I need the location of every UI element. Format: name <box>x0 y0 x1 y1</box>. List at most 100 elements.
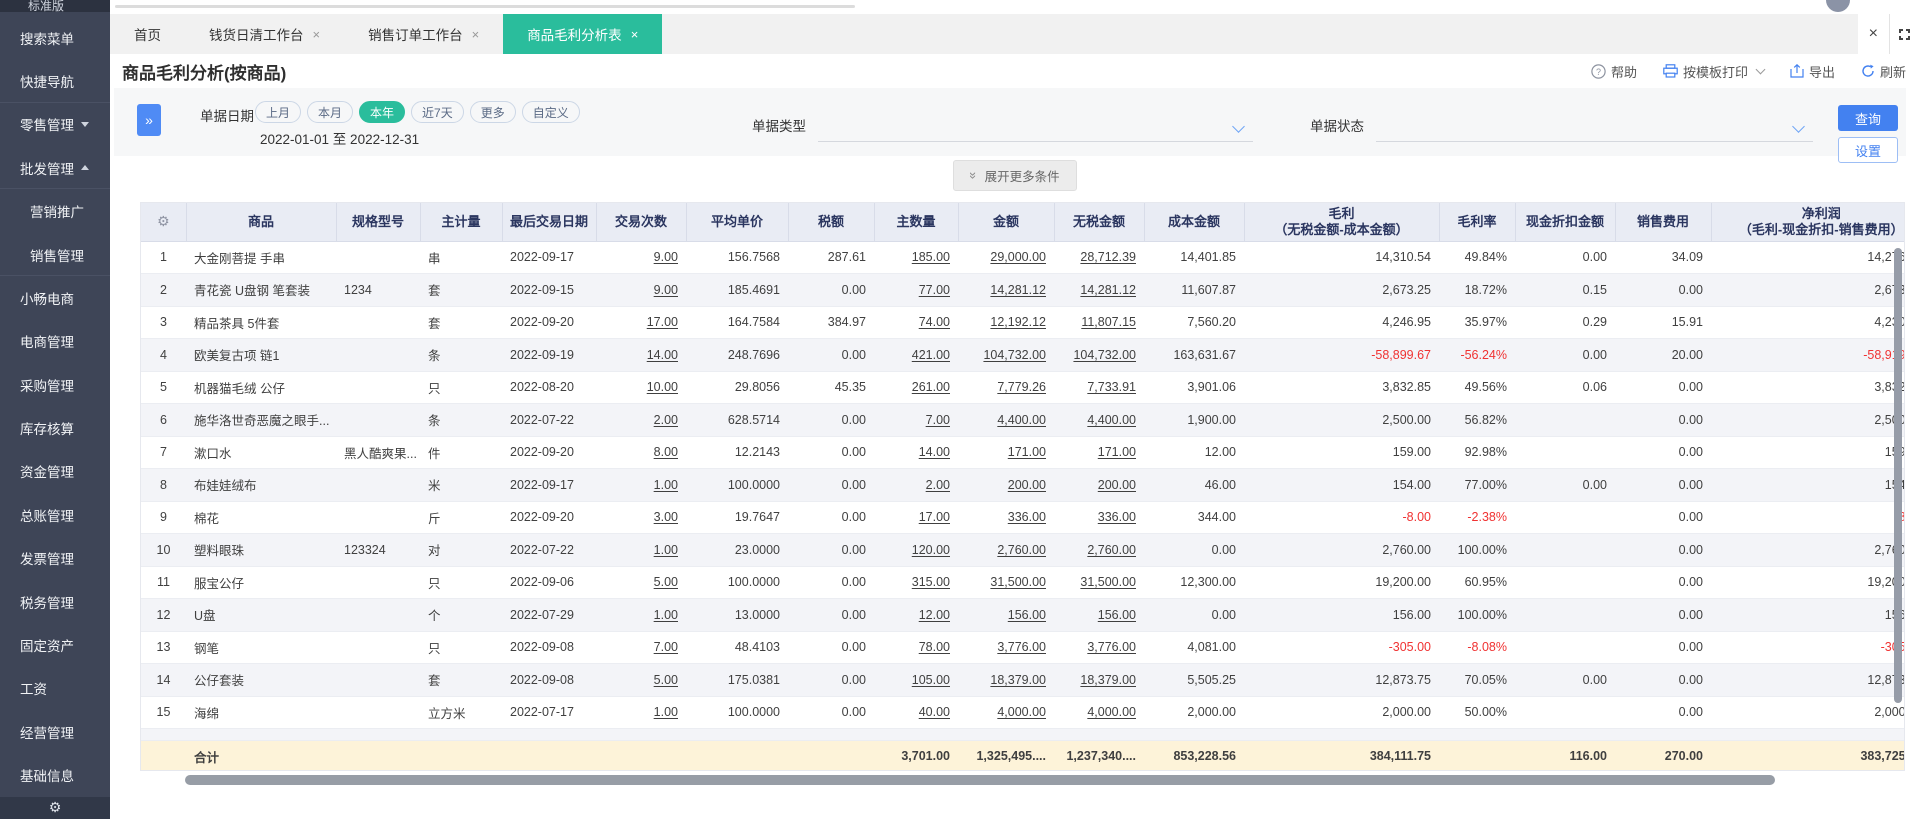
cell-untaxed[interactable]: 18,379.00 <box>1054 663 1144 697</box>
cell-txn_count[interactable]: 8.00 <box>596 436 686 469</box>
cell-amount[interactable]: 4,400.00 <box>958 403 1054 437</box>
cell-txn_count[interactable]: 9.00 <box>596 241 686 274</box>
sidebar-item-7[interactable]: 电商管理 <box>0 320 110 363</box>
date-pill-更多[interactable]: 更多 <box>469 101 516 123</box>
cell-amount[interactable]: 156.00 <box>958 598 1054 632</box>
cell-txn_count[interactable]: 3.00 <box>596 501 686 534</box>
cell-untaxed[interactable]: 14,281.12 <box>1054 273 1144 307</box>
sidebar-item-13[interactable]: 税务管理 <box>0 580 110 623</box>
table-row-7[interactable]: 7 漱口水 黑人酷爽果... 件 2022-09-20 8.00 12.2143 0.00 14… <box>141 436 1904 469</box>
cell-untaxed[interactable]: 4,400.00 <box>1054 403 1144 437</box>
table-total-row[interactable]: 合计 3,701.00 1,325,495.... 1,237,340.... 853,… <box>141 740 1904 770</box>
cell-txn_count[interactable]: 1.00 <box>596 533 686 567</box>
cell-txn_count[interactable]: 14.00 <box>596 338 686 372</box>
table-row-11[interactable]: 11 服宝公仔只 2022-09-06 5.00 100.0000 0.00 315.00 3… <box>141 566 1904 599</box>
tab-0[interactable]: 首页 <box>110 14 185 54</box>
sidebar-item-6[interactable]: 小畅电商 <box>0 276 110 319</box>
cell-txn_count[interactable]: 1.00 <box>596 696 686 729</box>
fullscreen-icon[interactable] <box>1888 14 1920 54</box>
tab-1[interactable]: 钱货日清工作台 × <box>185 14 344 54</box>
cell-amount[interactable]: 3,776.00 <box>958 631 1054 664</box>
cell-qty[interactable]: 261.00 <box>874 371 958 404</box>
horizontal-scrollbar[interactable] <box>185 775 1775 785</box>
sidebar-item-0[interactable]: 搜索菜单 <box>0 16 110 59</box>
table-row-8[interactable]: 8 布娃娃绒布米 2022-09-17 1.00 100.0000 0.00 2.00 200… <box>141 468 1904 502</box>
cell-amount[interactable]: 171.00 <box>958 436 1054 469</box>
cell-qty[interactable]: 12.00 <box>874 598 958 632</box>
sidebar-item-3[interactable]: 批发管理 <box>0 146 110 190</box>
query-button[interactable]: 查询 <box>1838 105 1898 131</box>
date-pill-本月[interactable]: 本月 <box>307 101 354 123</box>
cell-qty[interactable]: 120.00 <box>874 533 958 567</box>
cell-amount[interactable]: 336.00 <box>958 501 1054 534</box>
cell-qty[interactable]: 74.00 <box>874 306 958 339</box>
cell-qty[interactable]: 78.00 <box>874 631 958 664</box>
help-button[interactable]: ? 帮助 <box>1591 62 1637 81</box>
cell-amount[interactable]: 12,192.12 <box>958 306 1054 339</box>
cell-txn_count[interactable]: 5.00 <box>596 566 686 599</box>
cell-untaxed[interactable]: 28,712.39 <box>1054 241 1144 274</box>
cell-untaxed[interactable]: 171.00 <box>1054 436 1144 469</box>
cell-amount[interactable]: 31,500.00 <box>958 566 1054 599</box>
date-pill-自定义[interactable]: 自定义 <box>521 101 580 123</box>
date-range-value[interactable]: 2022-01-01 至 2022-12-31 <box>260 128 419 148</box>
cell-txn_count[interactable]: 1.00 <box>596 598 686 632</box>
sidebar-item-4[interactable]: 营销推广 <box>0 189 110 232</box>
date-pill-近7天[interactable]: 近7天 <box>411 101 464 123</box>
table-row-4[interactable]: 4 欧美复古项 链1 条 2022-09-19 14.00 248.7696 0.00 421… <box>141 338 1904 372</box>
cell-txn_count[interactable]: 1.00 <box>596 468 686 502</box>
date-pill-本年[interactable]: 本年 <box>359 101 406 123</box>
sidebar-item-8[interactable]: 采购管理 <box>0 363 110 406</box>
sidebar-item-1[interactable]: 快捷导航 <box>0 59 110 104</box>
cell-qty[interactable]: 77.00 <box>874 273 958 307</box>
cell-amount[interactable]: 4,000.00 <box>958 696 1054 729</box>
tab-2[interactable]: 销售订单工作台 × <box>344 14 503 54</box>
sidebar-item-9[interactable]: 库存核算 <box>0 406 110 449</box>
cell-untaxed[interactable]: 200.00 <box>1054 468 1144 502</box>
sidebar-item-15[interactable]: 工资 <box>0 667 110 710</box>
table-row-9[interactable]: 9 棉花斤 2022-09-20 3.00 19.7647 0.00 17.00 336.00… <box>141 501 1904 534</box>
cell-untaxed[interactable]: 156.00 <box>1054 598 1144 632</box>
sidebar-settings[interactable]: ⚙ <box>0 796 110 819</box>
cell-qty[interactable]: 185.00 <box>874 241 958 274</box>
column-settings-gear-icon[interactable]: ⚙ <box>157 213 170 229</box>
doc-status-select[interactable] <box>1376 118 1813 142</box>
cell-txn_count[interactable]: 17.00 <box>596 306 686 339</box>
cell-qty[interactable]: 14.00 <box>874 436 958 469</box>
cell-qty[interactable]: 40.00 <box>874 696 958 729</box>
cell-amount[interactable]: 200.00 <box>958 468 1054 502</box>
table-row-1[interactable]: 1 大金刚菩提 手串 串 2022-09-17 9.00 156.7568 287.61 18… <box>141 241 1904 274</box>
refresh-button[interactable]: 刷新 <box>1861 62 1906 81</box>
table-row-14[interactable]: 14 公仔套装套 2022-09-08 5.00 175.0381 0.00 105.00 1… <box>141 663 1904 697</box>
cell-txn_count[interactable]: 7.00 <box>596 631 686 664</box>
vertical-scrollbar[interactable] <box>1894 248 1902 703</box>
cell-qty[interactable]: 421.00 <box>874 338 958 372</box>
cell-qty[interactable]: 17.00 <box>874 501 958 534</box>
table-row-12[interactable]: 12 U盘个 2022-07-29 1.00 13.0000 0.00 12.00 156.0… <box>141 598 1904 632</box>
cell-qty[interactable]: 7.00 <box>874 403 958 437</box>
cell-txn_count[interactable]: 2.00 <box>596 403 686 437</box>
cell-untaxed[interactable]: 11,807.15 <box>1054 306 1144 339</box>
tab-close-icon[interactable]: × <box>313 27 321 42</box>
cell-untaxed[interactable]: 4,000.00 <box>1054 696 1144 729</box>
table-row-13[interactable]: 13 钢笔只 2022-09-08 7.00 48.4103 0.00 78.00 3,776… <box>141 631 1904 664</box>
tab-scrollbar[interactable] <box>115 5 855 8</box>
sidebar-item-11[interactable]: 总账管理 <box>0 493 110 536</box>
tab-close-icon[interactable]: × <box>631 27 639 42</box>
sidebar-item-16[interactable]: 经营管理 <box>0 710 110 753</box>
cell-txn_count[interactable]: 9.00 <box>596 273 686 307</box>
cell-qty[interactable]: 2.00 <box>874 468 958 502</box>
collapse-filter-button[interactable]: » <box>137 104 161 136</box>
cell-amount[interactable]: 29,000.00 <box>958 241 1054 274</box>
close-icon[interactable]: × <box>1858 14 1889 54</box>
sidebar-item-5[interactable]: 销售管理 <box>0 233 110 277</box>
export-button[interactable]: 导出 <box>1790 62 1835 81</box>
table-row-10[interactable]: 10 塑料眼珠 123324 对 2022-07-22 1.00 23.0000 0.00 12… <box>141 533 1904 567</box>
sidebar-item-2[interactable]: 零售管理 <box>0 103 110 146</box>
cell-amount[interactable]: 104,732.00 <box>958 338 1054 372</box>
sidebar-item-17[interactable]: 基础信息 <box>0 754 110 797</box>
cell-untaxed[interactable]: 104,732.00 <box>1054 338 1144 372</box>
sidebar-item-10[interactable]: 资金管理 <box>0 450 110 493</box>
cell-amount[interactable]: 18,379.00 <box>958 663 1054 697</box>
settings-button[interactable]: 设置 <box>1838 137 1898 163</box>
